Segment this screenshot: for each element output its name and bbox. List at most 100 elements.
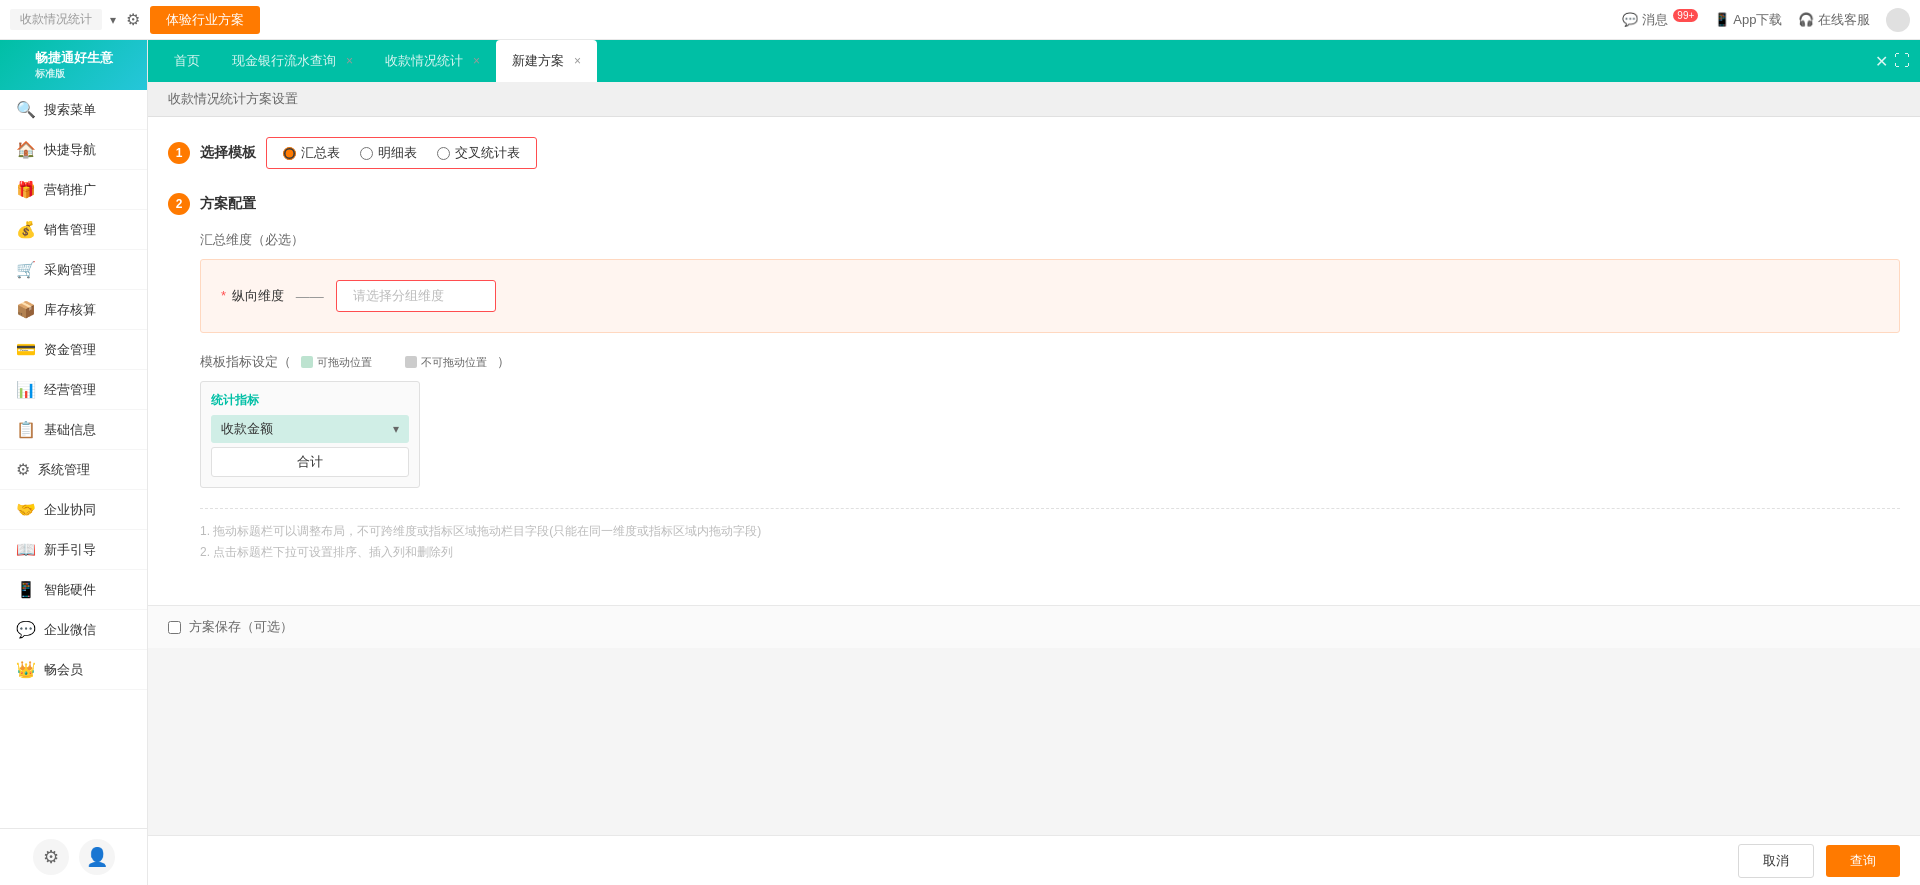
sidebar-label-finance: 资金管理 [44,341,96,359]
tab-bank-flow-close[interactable]: × [346,54,353,68]
trial-button[interactable]: 体验行业方案 [150,6,260,34]
sidebar-label-collab: 企业协同 [44,501,96,519]
indicator-section-label: 统计指标 [211,392,409,409]
sidebar-item-purchase[interactable]: 🛒 采购管理 [0,250,147,290]
radio-cross-input[interactable] [437,147,450,160]
radio-cross[interactable]: 交叉统计表 [437,144,520,162]
save-label: 方案保存（可选） [189,618,293,636]
section1-number: 1 [168,142,190,164]
download-item[interactable]: 📱 App下载 [1714,11,1782,29]
tips-section: 1. 拖动标题栏可以调整布局，不可跨维度或指标区域拖动栏目字段(只能在同一维度或… [200,508,1900,561]
sidebar-settings-btn[interactable]: ⚙ [33,839,69,875]
box-icon: 📦 [16,300,36,319]
breadcrumb-dropdown[interactable]: ▾ [110,13,116,27]
indicator-card-collection[interactable]: 收款金额 ▾ [211,415,409,443]
save-checkbox[interactable] [168,621,181,634]
gear-icon[interactable]: ⚙ [126,10,140,29]
brand-subtitle: 标准版 [35,67,113,81]
sidebar-item-inventory[interactable]: 📦 库存核算 [0,290,147,330]
main-layout: 畅捷通好生意 标准版 🔍 搜索菜单 🏠 快捷导航 🎁 营销推广 💰 销售管理 🛒… [0,40,1920,885]
no-drag-dot [405,356,417,368]
template-selection-box: 汇总表 明细表 交叉统计表 [266,137,537,169]
radio-detail-input[interactable] [360,147,373,160]
drag-label-text: 模板指标设定（ [200,353,291,371]
avatar[interactable] [1886,8,1910,32]
section2-header: 2 方案配置 [168,193,1900,215]
sidebar-item-sales[interactable]: 💰 销售管理 [0,210,147,250]
page-content: 收款情况统计方案设置 1 选择模板 汇总表 [148,82,1920,835]
top-bar-left: 收款情况统计 ▾ ⚙ 体验行业方案 [10,6,1622,34]
sidebar-label-search: 搜索菜单 [44,101,96,119]
section2-number: 2 [168,193,190,215]
tab-home[interactable]: 首页 [158,40,216,82]
sidebar-item-quick-nav[interactable]: 🏠 快捷导航 [0,130,147,170]
indicator-chevron-icon[interactable]: ▾ [393,422,399,436]
sidebar-item-marketing[interactable]: 🎁 营销推广 [0,170,147,210]
drag-separator [382,353,395,371]
sidebar-label-inventory: 库存核算 [44,301,96,319]
cancel-button[interactable]: 取消 [1738,844,1814,878]
sidebar-item-system[interactable]: ⚙ 系统管理 [0,450,147,490]
sidebar-user-btn[interactable]: 👤 [79,839,115,875]
sidebar-item-operations[interactable]: 📊 经营管理 [0,370,147,410]
radio-cross-label: 交叉统计表 [455,144,520,162]
sidebar: 畅捷通好生意 标准版 🔍 搜索菜单 🏠 快捷导航 🎁 营销推广 💰 销售管理 🛒… [0,40,148,885]
indicator-card-area: 统计指标 收款金额 ▾ 合计 [200,381,420,488]
arrow-icon: —— [296,288,324,304]
radio-summary[interactable]: 汇总表 [283,144,340,162]
sidebar-label-system: 系统管理 [38,461,90,479]
service-item[interactable]: 🎧 在线客服 [1798,11,1870,29]
sidebar-bottom: ⚙ 👤 [0,828,147,885]
sidebar-item-guide[interactable]: 📖 新手引导 [0,530,147,570]
sidebar-item-base-info[interactable]: 📋 基础信息 [0,410,147,450]
drag-unmovable-label: 不可拖动位置 [421,355,487,370]
footer-save: 方案保存（可选） [148,605,1920,648]
tab-bar: 首页 现金银行流水查询 × 收款情况统计 × 新建方案 × ✕ ⛶ [148,40,1920,82]
indicator-total: 合计 [211,447,409,477]
page-header-text: 收款情况统计方案设置 [168,91,298,106]
search-icon: 🔍 [16,100,36,119]
phone-icon: 📱 [16,580,36,599]
crown-icon: 👑 [16,660,36,679]
sidebar-label-guide: 新手引导 [44,541,96,559]
sidebar-label-member: 畅会员 [44,661,83,679]
indicator-card-label: 收款金额 [221,420,273,438]
page-body: 1 选择模板 汇总表 明细表 [148,117,1920,605]
vertical-dim-label: * 纵向维度 [221,287,284,305]
tab-home-label: 首页 [174,52,200,70]
sidebar-item-wechat[interactable]: 💬 企业微信 [0,610,147,650]
drag-dot [301,356,313,368]
dimension-area: * 纵向维度 —— 请选择分组维度 [200,259,1900,333]
tab-collection-stat-close[interactable]: × [473,54,480,68]
radio-detail-label: 明细表 [378,144,417,162]
sidebar-item-member[interactable]: 👑 畅会员 [0,650,147,690]
money-icon: 💰 [16,220,36,239]
radio-summary-label: 汇总表 [301,144,340,162]
sidebar-item-collab[interactable]: 🤝 企业协同 [0,490,147,530]
sidebar-item-smart-hw[interactable]: 📱 智能硬件 [0,570,147,610]
notification-item[interactable]: 💬 消息 99+ [1622,10,1698,29]
bottom-bar: 取消 查询 [148,835,1920,885]
home-icon: 🏠 [16,140,36,159]
tab-collection-stat[interactable]: 收款情况统计 × [369,40,496,82]
radio-summary-input[interactable] [283,147,296,160]
tab-expand-icon[interactable]: ⛶ [1894,52,1910,71]
dimension-select[interactable]: 请选择分组维度 [336,280,496,312]
sidebar-item-search[interactable]: 🔍 搜索菜单 [0,90,147,130]
tab-new-plan[interactable]: 新建方案 × [496,40,597,82]
tab-bank-flow-label: 现金银行流水查询 [232,52,336,70]
tab-new-plan-close[interactable]: × [574,54,581,68]
dimension-section-label: 汇总维度（必选） [200,231,1900,249]
sidebar-item-finance[interactable]: 💳 资金管理 [0,330,147,370]
sidebar-label-base-info: 基础信息 [44,421,96,439]
card-icon: 💳 [16,340,36,359]
tab-close-all-icon[interactable]: ✕ [1875,52,1888,71]
sidebar-label-operations: 经营管理 [44,381,96,399]
query-button[interactable]: 查询 [1826,845,1900,877]
tab-bank-flow[interactable]: 现金银行流水查询 × [216,40,369,82]
dimension-row: * 纵向维度 —— 请选择分组维度 [221,280,1879,312]
section2-title: 方案配置 [200,195,256,213]
radio-detail[interactable]: 明细表 [360,144,417,162]
section1-header: 1 选择模板 汇总表 明细表 [168,137,1900,169]
service-label: 在线客服 [1818,12,1870,27]
